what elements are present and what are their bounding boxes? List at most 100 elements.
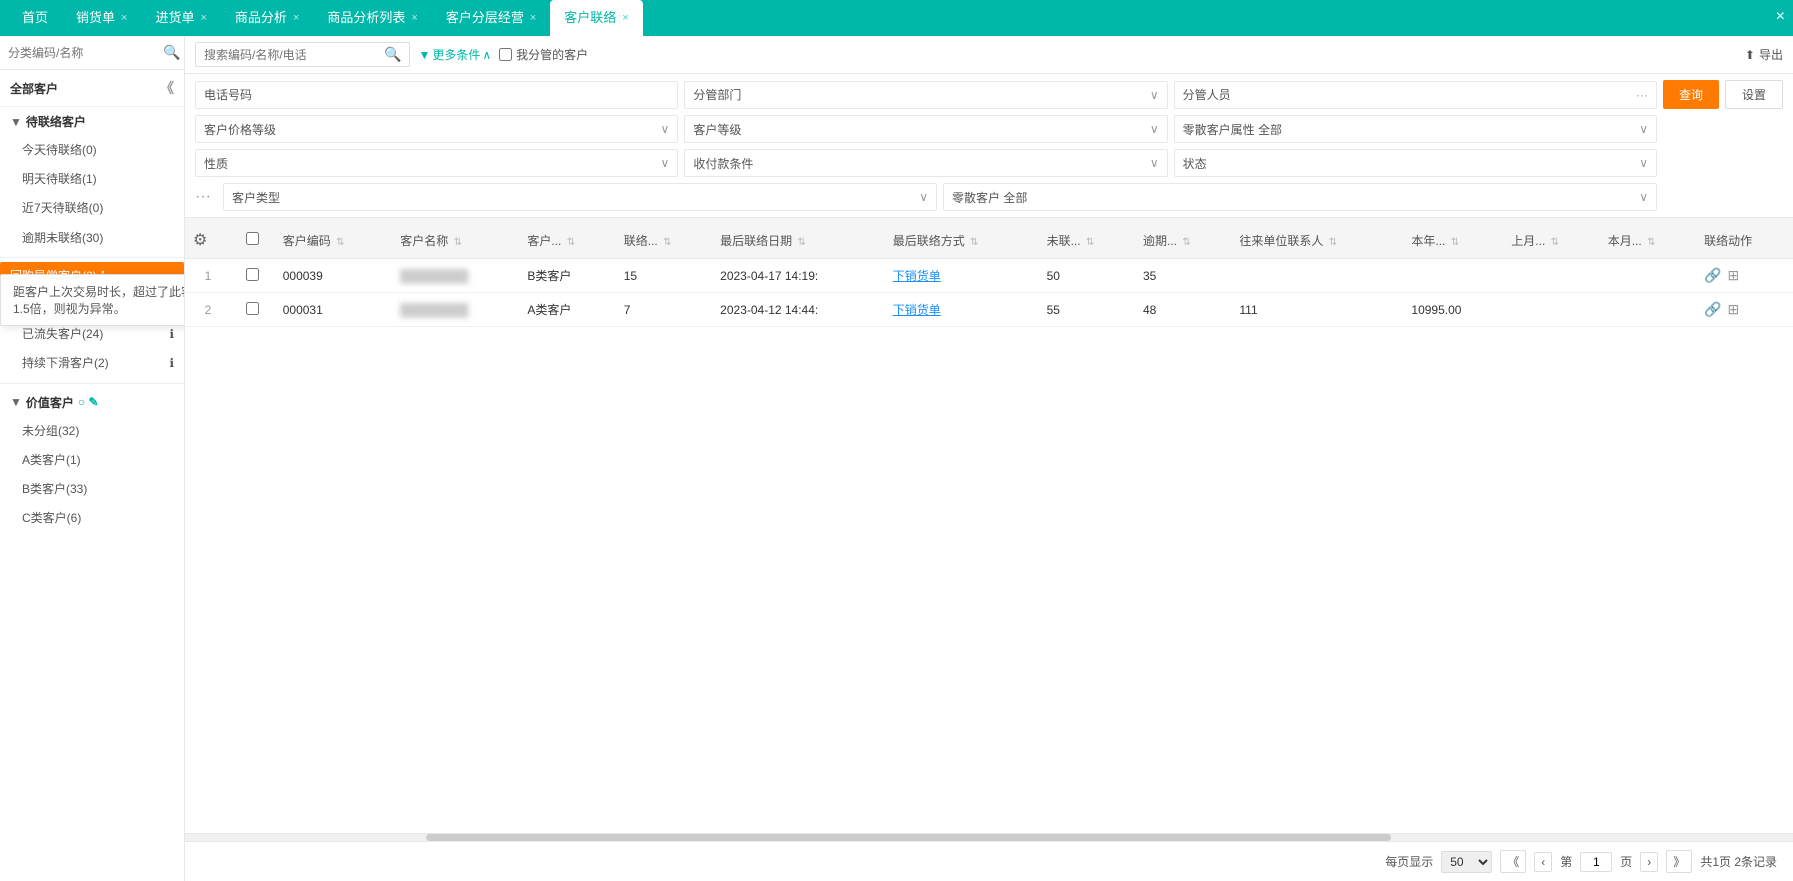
row-2-method[interactable]: 下销货单: [885, 293, 1039, 327]
main-search-icon[interactable]: 🔍: [384, 46, 401, 63]
prev-page-button[interactable]: ‹: [1534, 852, 1552, 872]
filter-nature[interactable]: 性质 ∨: [195, 149, 678, 177]
filter-payment-terms[interactable]: 收付款条件 ∨: [684, 149, 1167, 177]
col-settings[interactable]: ⚙: [185, 222, 231, 259]
customer-table: ⚙ 客户编码 ⇅ 客户名称 ⇅: [185, 222, 1793, 327]
filter-customer-type[interactable]: 客户类型 ∨: [223, 183, 937, 211]
nav-customer-segment-close[interactable]: ×: [530, 0, 536, 36]
row-2-contact-count: 7: [616, 293, 712, 327]
next-page-button[interactable]: ›: [1640, 852, 1658, 872]
declining-info-icon[interactable]: ℹ: [169, 354, 174, 373]
nav-home[interactable]: 首页: [8, 0, 62, 36]
row-2-checkbox[interactable]: [231, 293, 275, 327]
nav-product-analysis-list-close[interactable]: ×: [411, 0, 417, 36]
nav-product-analysis-close[interactable]: ×: [293, 0, 299, 36]
sidebar-item-c-class[interactable]: C类客户(6): [0, 504, 184, 533]
sidebar-item-ungrouped[interactable]: 未分组(32): [0, 417, 184, 446]
nav-purchase-order-close[interactable]: ×: [200, 0, 206, 36]
first-page-button[interactable]: 《: [1500, 850, 1526, 873]
sidebar-item-b-class[interactable]: B类客户(33): [0, 475, 184, 504]
nav-purchase-order[interactable]: 进货单 ×: [141, 0, 220, 36]
sort-icon-year: ⇅: [1451, 237, 1459, 248]
row-1-grid-icon[interactable]: ⊞: [1728, 267, 1740, 284]
page-number-input[interactable]: [1580, 852, 1612, 872]
more-filters-button[interactable]: ▼ 更多条件 ∧: [418, 46, 491, 63]
sidebar-item-7days-contact[interactable]: 近7天待联络(0): [0, 194, 184, 223]
query-button[interactable]: 查询: [1663, 80, 1719, 109]
main-search-wrap: 🔍: [195, 42, 410, 67]
sidebar-section-value-customers[interactable]: ▼ 价值客户 ○ ✎: [0, 388, 184, 417]
sidebar-divider-1: [0, 257, 184, 258]
nav-product-analysis-list[interactable]: 商品分析列表 ×: [313, 0, 431, 36]
filter-status[interactable]: 状态 ∨: [1174, 149, 1657, 177]
nav-customer-segment[interactable]: 客户分层经营 ×: [432, 0, 550, 36]
col-contact-person[interactable]: 往来单位联系人 ⇅: [1231, 222, 1403, 259]
col-year-amount[interactable]: 本年... ⇅: [1403, 222, 1503, 259]
filter-retail-all[interactable]: 零散客户 全部 ∨: [943, 183, 1657, 211]
main-search-input[interactable]: [204, 48, 384, 62]
sidebar-collapse-icon[interactable]: 《: [160, 78, 174, 98]
col-last-month[interactable]: 上月... ⇅: [1503, 222, 1599, 259]
filter-expand-dots[interactable]: ···: [195, 188, 211, 206]
filter-status-arrow: ∨: [1639, 156, 1648, 170]
sidebar-item-overdue-contact[interactable]: 逾期未联络(30): [0, 224, 184, 253]
filter-dept[interactable]: 分管部门 ∨: [684, 81, 1167, 109]
horizontal-scrollbar[interactable]: [185, 833, 1793, 841]
col-last-contact-date[interactable]: 最后联络日期 ⇅: [712, 222, 885, 259]
col-last-contact-method[interactable]: 最后联络方式 ⇅: [885, 222, 1039, 259]
value-customers-edit-icon[interactable]: ○ ✎: [78, 395, 99, 409]
sidebar-all-customers-header[interactable]: 全部客户 《: [0, 70, 184, 107]
nav-sales-order[interactable]: 销货单 ×: [62, 0, 141, 36]
nav-customer-contact-close[interactable]: ×: [622, 0, 628, 36]
sidebar-search-icon[interactable]: 🔍: [163, 44, 180, 61]
filter-customer-grade[interactable]: 客户等级 ∨: [684, 115, 1167, 143]
sidebar-divider-2: [0, 383, 184, 384]
table-settings-icon[interactable]: ⚙: [193, 232, 207, 249]
sidebar-item-today-contact[interactable]: 今天待联络(0): [0, 136, 184, 165]
sidebar-item-tomorrow-contact[interactable]: 明天待联络(1): [0, 165, 184, 194]
sort-icon-contact: ⇅: [663, 237, 671, 248]
setting-button[interactable]: 设置: [1725, 80, 1783, 109]
col-contact-count[interactable]: 联络... ⇅: [616, 222, 712, 259]
my-customer-checkbox[interactable]: [499, 48, 512, 61]
col-overdue[interactable]: 逾期... ⇅: [1135, 222, 1231, 259]
filter-retail-attr[interactable]: 零散客户属性 全部 ∨: [1174, 115, 1657, 143]
per-page-label: 每页显示: [1385, 853, 1433, 870]
sidebar-search-input[interactable]: [8, 46, 163, 60]
row-1-link-icon[interactable]: 🔗: [1704, 267, 1721, 284]
row-1-grade: B类客户: [519, 259, 615, 293]
filter-manager-dots: ···: [1636, 88, 1648, 102]
sidebar-section-pending-contact[interactable]: ▼ 待联络客户: [0, 107, 184, 136]
horizontal-scrollbar-thumb[interactable]: [426, 834, 1391, 841]
col-checkbox[interactable]: [231, 222, 275, 259]
window-close-button[interactable]: ×: [1776, 8, 1785, 26]
col-customer-code[interactable]: 客户编码 ⇅: [275, 222, 393, 259]
row-1-actions: 🔗 ⊞: [1696, 259, 1793, 293]
nav-customer-contact[interactable]: 客户联络 ×: [550, 0, 642, 36]
nav-sales-order-close[interactable]: ×: [121, 0, 127, 36]
col-no-contact-days[interactable]: 未联... ⇅: [1039, 222, 1135, 259]
filter-price-grade[interactable]: 客户价格等级 ∨: [195, 115, 678, 143]
row-2-grid-icon[interactable]: ⊞: [1728, 301, 1740, 318]
export-button[interactable]: ⬆ 导出: [1745, 46, 1783, 63]
sidebar-item-declining[interactable]: 持续下滑客户(2) ℹ: [0, 349, 184, 378]
row-1-method[interactable]: 下销货单: [885, 259, 1039, 293]
row-1-contact-count: 15: [616, 259, 712, 293]
per-page-select[interactable]: 50 20 100: [1441, 851, 1492, 873]
last-page-button[interactable]: 》: [1666, 850, 1692, 873]
data-table-container: ⚙ 客户编码 ⇅ 客户名称 ⇅: [185, 222, 1793, 833]
filter-phone[interactable]: 电话号码: [195, 81, 678, 109]
row-2-link-icon[interactable]: 🔗: [1704, 301, 1721, 318]
sidebar-item-a-class[interactable]: A类客户(1): [0, 446, 184, 475]
col-customer-name[interactable]: 客户名称 ⇅: [392, 222, 519, 259]
nav-product-analysis[interactable]: 商品分析 ×: [221, 0, 313, 36]
col-this-month[interactable]: 本月... ⇅: [1600, 222, 1696, 259]
select-all-checkbox[interactable]: [246, 232, 259, 245]
col-customer-grade[interactable]: 客户... ⇅: [519, 222, 615, 259]
filter-customer-type-arrow: ∨: [919, 190, 928, 204]
filter-manager[interactable]: 分管人员 ···: [1174, 81, 1657, 109]
row-1-checkbox[interactable]: [231, 259, 275, 293]
churned-info-icon[interactable]: ℹ: [169, 325, 174, 344]
row-2-person: 111: [1231, 293, 1403, 327]
row-2-this-month: [1600, 293, 1696, 327]
